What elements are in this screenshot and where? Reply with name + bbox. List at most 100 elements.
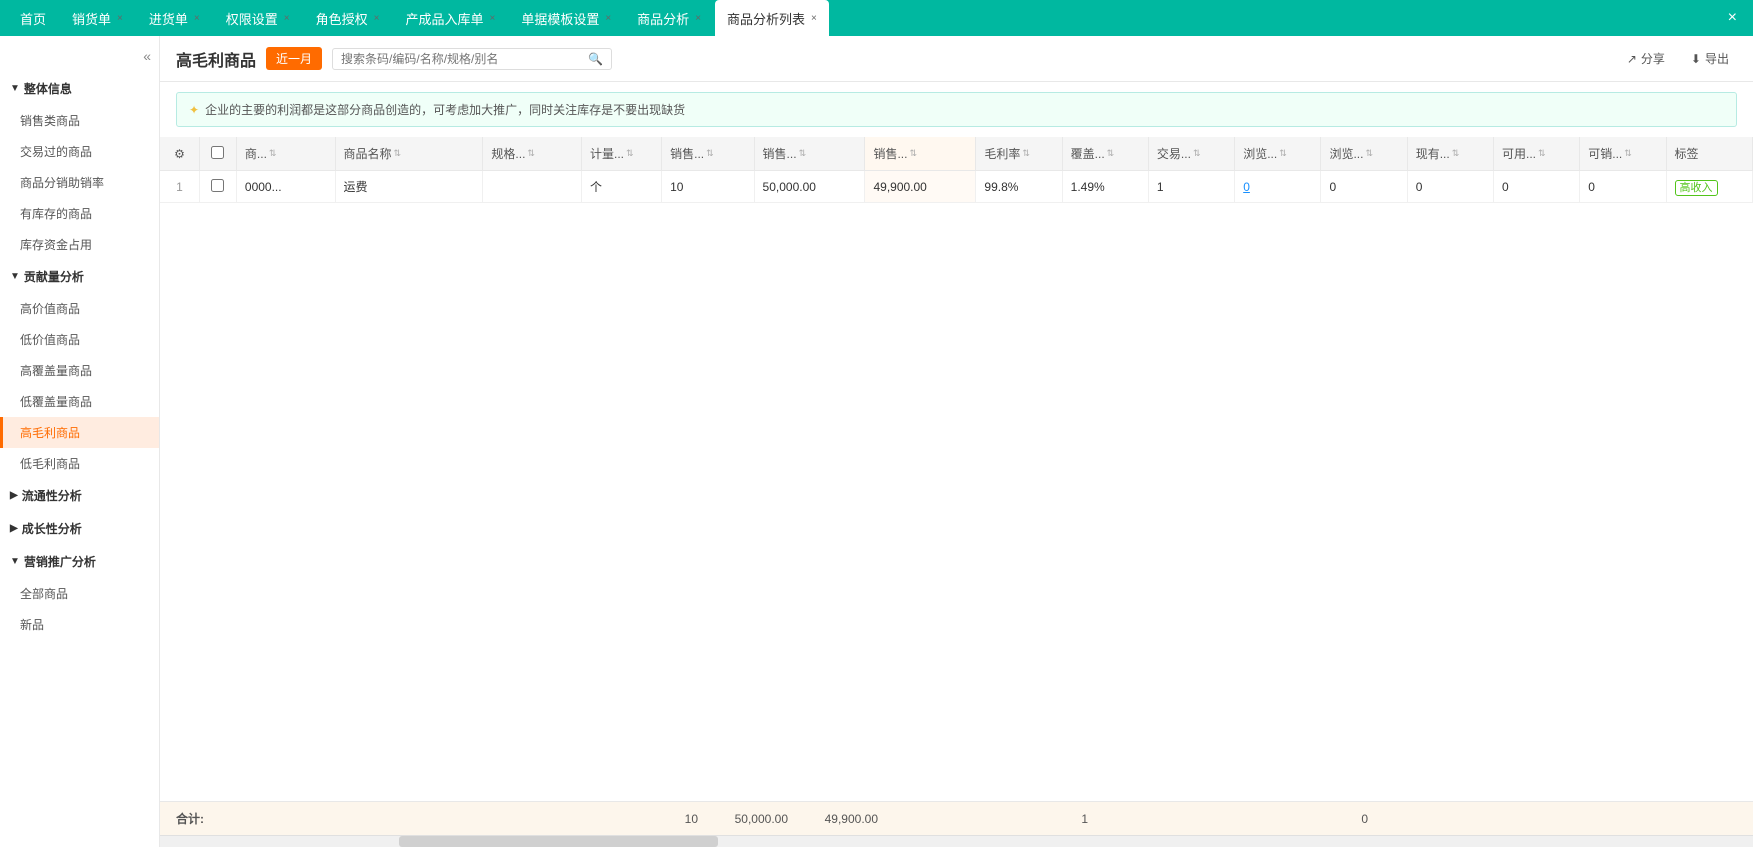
col-settings[interactable]: ⚙ [160, 137, 199, 171]
sort-icon-transaction: ⇅ [1193, 148, 1201, 159]
sidebar-item-low-coverage[interactable]: 低覆盖量商品 [0, 386, 159, 417]
tip-icon: ✦ [189, 103, 199, 117]
group-arrow-marketing: ▼ [10, 556, 20, 567]
sort-icon-saleable: ⇅ [1624, 148, 1632, 159]
col-available[interactable]: 可用... ⇅ [1493, 137, 1579, 171]
nav-template-settings[interactable]: 单据模板设置 × [509, 0, 623, 36]
row-coverage: 1.49% [1062, 171, 1148, 203]
col-saleable[interactable]: 可销... ⇅ [1580, 137, 1666, 171]
close-product-analysis[interactable]: × [695, 13, 701, 24]
search-input[interactable] [341, 52, 582, 66]
nav-sales-order[interactable]: 销货单 × [60, 0, 135, 36]
footer-transaction: 1 [1081, 812, 1088, 826]
row-sales-qty: 10 [662, 171, 754, 203]
footer-sales-profit: 49,900.00 [825, 812, 878, 826]
sidebar-group-contribution[interactable]: ▼ 贡献量分析 [0, 260, 159, 293]
content-header: 高毛利商品 近一月 🔍 ↗ 分享 ⬇ 导出 [160, 36, 1753, 82]
sidebar-group-marketing[interactable]: ▼ 营销推广分析 [0, 545, 159, 578]
col-coverage[interactable]: 覆盖... ⇅ [1062, 137, 1148, 171]
sidebar-item-new-goods[interactable]: 新品 [0, 609, 159, 640]
close-product-analysis-list[interactable]: × [811, 13, 817, 24]
col-browse2[interactable]: 浏览... ⇅ [1321, 137, 1407, 171]
col-checkbox[interactable] [199, 137, 236, 171]
footer-total-label: 合计: [176, 810, 204, 827]
top-nav: 首页 销货单 × 进货单 × 权限设置 × 角色授权 × 产成品入库单 × 单据… [0, 0, 1753, 36]
nav-permission-settings[interactable]: 权限设置 × [214, 0, 302, 36]
settings-icon[interactable]: ⚙ [174, 147, 185, 161]
export-icon: ⬇ [1691, 52, 1701, 66]
close-role-auth[interactable]: × [374, 13, 380, 24]
sidebar-group-growth[interactable]: ▶ 成长性分析 [0, 512, 159, 545]
footer-bar: 合计: 10 50,000.00 49,900.00 [160, 801, 1753, 835]
close-permission-settings[interactable]: × [284, 13, 290, 24]
close-template-settings[interactable]: × [605, 13, 611, 24]
col-current-stock[interactable]: 现有... ⇅ [1407, 137, 1493, 171]
col-unit[interactable]: 计量... ⇅ [582, 137, 662, 171]
sort-icon-browse1: ⇅ [1279, 148, 1287, 159]
sidebar-item-in-stock-goods[interactable]: 有库存的商品 [0, 198, 159, 229]
sort-icon-sales-amount: ⇅ [799, 148, 807, 159]
col-sales-profit[interactable]: 销售... ⇅ [865, 137, 976, 171]
row-available: 0 [1493, 171, 1579, 203]
sidebar-item-stock-capital[interactable]: 库存资金占用 [0, 229, 159, 260]
content-area: 高毛利商品 近一月 🔍 ↗ 分享 ⬇ 导出 ✦ 企业的主要的利润都是这部分商品创… [160, 36, 1753, 847]
nav-product-analysis[interactable]: 商品分析 × [625, 0, 713, 36]
share-icon: ↗ [1627, 52, 1637, 66]
row-tag: 高收入 [1666, 171, 1752, 203]
search-box: 🔍 [332, 48, 612, 70]
sidebar-item-high-value[interactable]: 高价值商品 [0, 293, 159, 324]
row-transaction: 1 [1148, 171, 1234, 203]
col-code[interactable]: 商... ⇅ [236, 137, 335, 171]
sort-icon-browse2: ⇅ [1365, 148, 1373, 159]
nav-role-auth[interactable]: 角色授权 × [304, 0, 392, 36]
sort-icon-name: ⇅ [394, 148, 402, 159]
sidebar-item-high-coverage[interactable]: 高覆盖量商品 [0, 355, 159, 386]
time-filter-button[interactable]: 近一月 [266, 47, 322, 70]
sidebar-group-overall[interactable]: ▼ 整体信息 [0, 72, 159, 105]
search-icon[interactable]: 🔍 [588, 52, 603, 66]
sort-icon-gross-rate: ⇅ [1022, 148, 1030, 159]
sidebar-group-liquidity[interactable]: ▶ 流通性分析 [0, 479, 159, 512]
share-button[interactable]: ↗ 分享 [1619, 46, 1673, 71]
col-sales-amount[interactable]: 销售... ⇅ [754, 137, 865, 171]
data-table: ⚙ 商... ⇅ 商品名称 [160, 137, 1753, 203]
row-checkbox[interactable] [199, 171, 236, 203]
row-select-checkbox[interactable] [211, 179, 224, 192]
col-browse1[interactable]: 浏览... ⇅ [1235, 137, 1321, 171]
sidebar-item-low-value[interactable]: 低价值商品 [0, 324, 159, 355]
sidebar-item-high-margin[interactable]: 高毛利商品 [0, 417, 159, 448]
close-all-tabs[interactable]: × [1720, 9, 1745, 27]
col-gross-rate[interactable]: 毛利率 ⇅ [976, 137, 1062, 171]
close-product-entry[interactable]: × [489, 13, 495, 24]
row-gross-rate: 99.8% [976, 171, 1062, 203]
sort-icon-spec: ⇅ [527, 148, 535, 159]
row-spec [483, 171, 582, 203]
sidebar-item-distribution-rate[interactable]: 商品分销助销率 [0, 167, 159, 198]
sidebar-item-sales-goods[interactable]: 销售类商品 [0, 105, 159, 136]
horizontal-scrollbar[interactable] [160, 835, 1753, 847]
col-name[interactable]: 商品名称 ⇅ [335, 137, 483, 171]
row-code: 0000... [236, 171, 335, 203]
row-browse1[interactable]: 0 [1235, 171, 1321, 203]
sidebar-item-low-margin[interactable]: 低毛利商品 [0, 448, 159, 479]
info-text: 企业的主要的利润都是这部分商品创造的，可考虑加大推广，同时关注库存是不要出现缺货 [205, 101, 685, 118]
export-button[interactable]: ⬇ 导出 [1683, 46, 1737, 71]
row-unit: 个 [582, 171, 662, 203]
col-tag[interactable]: 标签 [1666, 137, 1752, 171]
nav-product-analysis-list[interactable]: 商品分析列表 × [715, 0, 829, 36]
sidebar-item-all-goods[interactable]: 全部商品 [0, 578, 159, 609]
nav-purchase-order[interactable]: 进货单 × [137, 0, 212, 36]
close-sales-order[interactable]: × [117, 13, 123, 24]
nav-home[interactable]: 首页 [8, 0, 58, 36]
col-spec[interactable]: 规格... ⇅ [483, 137, 582, 171]
select-all-checkbox[interactable] [211, 146, 224, 159]
row-no: 1 [160, 171, 199, 203]
close-purchase-order[interactable]: × [194, 13, 200, 24]
col-sales-qty[interactable]: 销售... ⇅ [662, 137, 754, 171]
col-transaction[interactable]: 交易... ⇅ [1148, 137, 1234, 171]
page-title: 高毛利商品 [176, 47, 256, 71]
sidebar-item-traded-goods[interactable]: 交易过的商品 [0, 136, 159, 167]
nav-product-entry[interactable]: 产成品入库单 × [393, 0, 507, 36]
row-sales-profit: 49,900.00 [865, 171, 976, 203]
sidebar-collapse-button[interactable]: « [139, 40, 155, 72]
